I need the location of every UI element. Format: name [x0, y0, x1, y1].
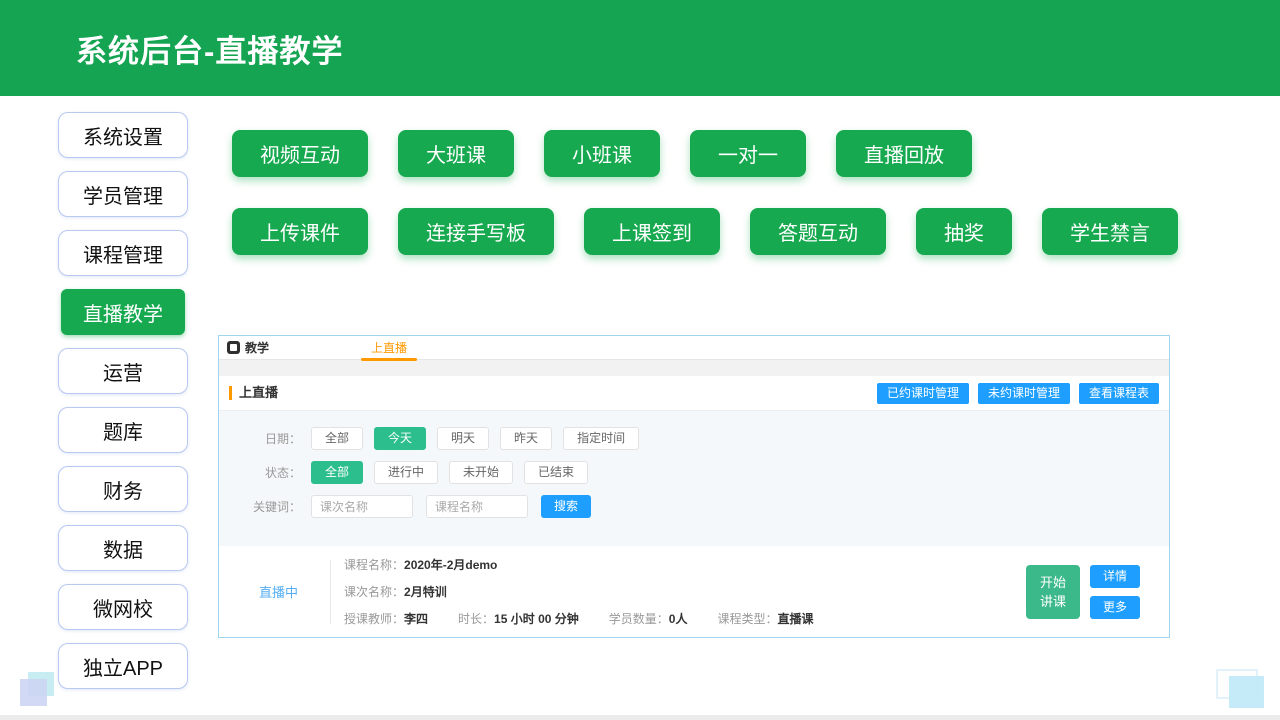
live-replay-button[interactable]: 直播回放 — [836, 130, 972, 177]
date-filter-row: 日期： 全部 今天 明天 昨天 指定时间 — [241, 427, 1169, 450]
small-class-button[interactable]: 小班课 — [544, 130, 660, 177]
large-class-button[interactable]: 大班课 — [398, 130, 514, 177]
feature-row-2: 上传课件 连接手写板 上课签到 答题互动 抽奖 学生禁言 — [232, 208, 1178, 255]
lesson-name-line: 课次名称： 2月特训 — [344, 583, 843, 600]
decor-square-bottom-left-purple — [20, 679, 47, 706]
admin-panel: 教学 上直播 上直播 已约课时管理 未约课时管理 查看课程表 日期： 全部 今天… — [218, 335, 1170, 638]
sidebar-item-operations[interactable]: 运营 — [58, 348, 188, 394]
date-option-custom[interactable]: 指定时间 — [563, 427, 639, 450]
page-header: 系统后台-直播教学 — [0, 0, 1280, 96]
status-option-all[interactable]: 全部 — [311, 461, 363, 484]
date-filter-label: 日期： — [241, 430, 301, 447]
course-meta-line: 授课教师： 李四 时长： 15 小时 00 分钟 学员数量： 0人 课程类型： … — [344, 610, 843, 627]
quiz-interaction-button[interactable]: 答题互动 — [750, 208, 886, 255]
sidebar: 系统设置 学员管理 课程管理 直播教学 运营 题库 财务 数据 微网校 独立AP… — [58, 112, 188, 689]
detail-button[interactable]: 详情 — [1090, 565, 1140, 588]
course-info: 课程名称： 2020年-2月demo 课次名称： 2月特训 授课教师： 李四 时… — [344, 556, 843, 627]
course-name-line: 课程名称： 2020年-2月demo — [344, 556, 843, 573]
course-type-group: 课程类型： 直播课 — [717, 610, 813, 627]
lesson-name-value: 2月特训 — [404, 583, 447, 600]
date-option-yesterday[interactable]: 昨天 — [500, 427, 552, 450]
search-button[interactable]: 搜索 — [541, 495, 591, 518]
sidebar-item-micro-school[interactable]: 微网校 — [58, 584, 188, 630]
course-name-value: 2020年-2月demo — [404, 556, 497, 573]
lesson-name-input[interactable] — [311, 495, 413, 518]
students-group: 学员数量： 0人 — [609, 610, 688, 627]
lottery-button[interactable]: 抽奖 — [916, 208, 1012, 255]
students-label: 学员数量： — [609, 610, 669, 627]
feature-row-1: 视频互动 大班课 小班课 一对一 直播回放 — [232, 130, 1178, 177]
more-button[interactable]: 更多 — [1090, 596, 1140, 619]
video-interaction-button[interactable]: 视频互动 — [232, 130, 368, 177]
sidebar-item-question-bank[interactable]: 题库 — [58, 407, 188, 453]
section-title: 上直播 — [229, 386, 278, 400]
date-option-tomorrow[interactable]: 明天 — [437, 427, 489, 450]
live-status-badge: 直播中 — [259, 582, 317, 601]
mute-student-button[interactable]: 学生禁言 — [1042, 208, 1178, 255]
teacher-group: 授课教师： 李四 — [344, 610, 428, 627]
unbooked-lessons-button[interactable]: 未约课时管理 — [978, 383, 1070, 404]
course-name-input[interactable] — [426, 495, 528, 518]
sidebar-item-finance[interactable]: 财务 — [58, 466, 188, 512]
section-header: 上直播 已约课时管理 未约课时管理 查看课程表 — [219, 376, 1169, 410]
class-signin-button[interactable]: 上课签到 — [584, 208, 720, 255]
divider — [330, 560, 331, 624]
panel-spacer — [219, 360, 1169, 376]
status-option-not-started[interactable]: 未开始 — [449, 461, 513, 484]
start-teaching-line2: 讲课 — [1040, 592, 1066, 611]
connect-tablet-button[interactable]: 连接手写板 — [398, 208, 554, 255]
upload-courseware-button[interactable]: 上传课件 — [232, 208, 368, 255]
tab-go-live[interactable]: 上直播 — [369, 336, 409, 360]
course-name-label: 课程名称： — [344, 556, 404, 573]
one-on-one-button[interactable]: 一对一 — [690, 130, 806, 177]
keyword-filter-row: 关键词： 搜索 — [241, 495, 1169, 518]
page-title: 系统后台-直播教学 — [76, 26, 343, 71]
panel-app-title: 教学 — [245, 339, 269, 356]
teacher-label: 授课教师： — [344, 610, 404, 627]
sidebar-item-course-management[interactable]: 课程管理 — [58, 230, 188, 276]
date-option-all[interactable]: 全部 — [311, 427, 363, 450]
lesson-name-label: 课次名称： — [344, 583, 404, 600]
sidebar-item-system-settings[interactable]: 系统设置 — [58, 112, 188, 158]
keyword-filter-label: 关键词： — [241, 498, 301, 515]
secondary-actions: 详情 更多 — [1090, 565, 1140, 619]
duration-label: 时长： — [458, 610, 494, 627]
sidebar-item-live-teaching[interactable]: 直播教学 — [61, 289, 185, 335]
sidebar-item-student-management[interactable]: 学员管理 — [58, 171, 188, 217]
feature-buttons: 视频互动 大班课 小班课 一对一 直播回放 上传课件 连接手写板 上课签到 答题… — [232, 130, 1178, 286]
teaching-app-icon — [227, 341, 240, 354]
status-filter-label: 状态： — [241, 464, 301, 481]
duration-group: 时长： 15 小时 00 分钟 — [458, 610, 579, 627]
start-teaching-line1: 开始 — [1040, 573, 1066, 592]
section-header-buttons: 已约课时管理 未约课时管理 查看课程表 — [877, 383, 1159, 404]
course-row: 直播中 课程名称： 2020年-2月demo 课次名称： 2月特训 授课教师： … — [219, 546, 1169, 637]
start-teaching-button[interactable]: 开始 讲课 — [1026, 565, 1080, 619]
students-value: 0人 — [669, 610, 688, 627]
view-schedule-button[interactable]: 查看课程表 — [1079, 383, 1159, 404]
booked-lessons-button[interactable]: 已约课时管理 — [877, 383, 969, 404]
course-actions: 开始 讲课 详情 更多 — [1026, 565, 1140, 619]
course-type-label: 课程类型： — [717, 610, 777, 627]
date-option-today[interactable]: 今天 — [374, 427, 426, 450]
duration-value: 15 小时 00 分钟 — [494, 610, 579, 627]
sidebar-item-standalone-app[interactable]: 独立APP — [58, 643, 188, 689]
bottom-edge-strip — [0, 715, 1280, 720]
teacher-value: 李四 — [404, 610, 428, 627]
status-option-ongoing[interactable]: 进行中 — [374, 461, 438, 484]
filter-area: 日期： 全部 今天 明天 昨天 指定时间 状态： 全部 进行中 未开始 已结束 … — [219, 410, 1169, 546]
decor-square-bottom-right-cyan — [1229, 676, 1264, 708]
status-filter-row: 状态： 全部 进行中 未开始 已结束 — [241, 461, 1169, 484]
panel-topbar: 教学 上直播 — [219, 336, 1169, 360]
course-type-value: 直播课 — [777, 610, 813, 627]
sidebar-item-data[interactable]: 数据 — [58, 525, 188, 571]
status-option-ended[interactable]: 已结束 — [524, 461, 588, 484]
